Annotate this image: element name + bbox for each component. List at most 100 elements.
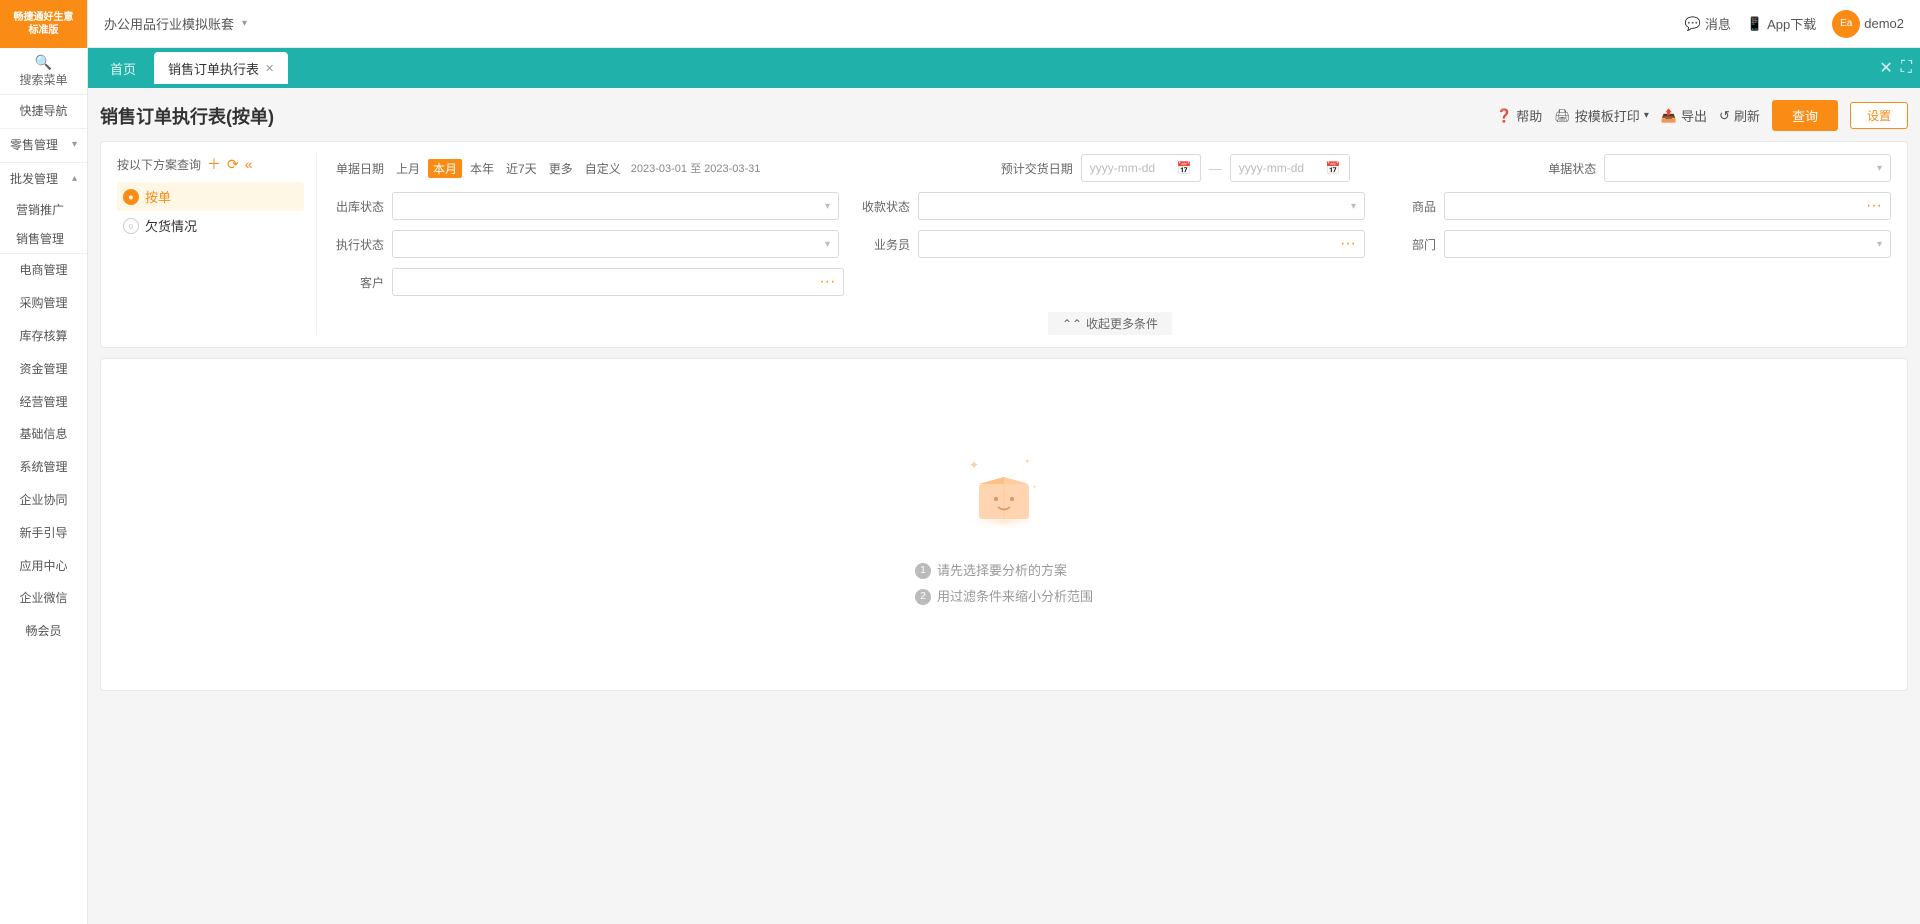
sidebar-item-newuser[interactable]: 新手引导 xyxy=(0,517,87,550)
setting-button[interactable]: 设置 xyxy=(1850,102,1908,129)
topbar-appdownload-btn[interactable]: 📱 App下载 xyxy=(1747,14,1816,33)
date-tab-more[interactable]: 更多 xyxy=(545,159,577,178)
filter-row-2: 出库状态 ▾ 收款状态 ▾ xyxy=(329,192,1891,220)
print-btn[interactable]: 🖨 按模板打印 ▾ xyxy=(1554,106,1649,125)
sidebar-item-appcenter[interactable]: 应用中心 xyxy=(0,550,87,583)
topbar-user-btn[interactable]: Ea demo2 xyxy=(1832,10,1904,38)
sidebar-item-inventory[interactable]: 库存核算 xyxy=(0,320,87,353)
collapse-more-btn[interactable]: ⌃⌃ 收起更多条件 xyxy=(1048,312,1172,335)
sidebar-item-basic[interactable]: 基础信息 xyxy=(0,418,87,451)
calendar-icon-1: 📅 xyxy=(1177,161,1192,175)
calendar-icon-2: 📅 xyxy=(1326,161,1341,175)
topbar-right: 💬 消息 📱 App下载 Ea demo2 xyxy=(1685,10,1904,38)
customer-label: 客户 xyxy=(329,274,384,291)
tab-maximize-icon[interactable]: ⛶ xyxy=(1901,59,1912,77)
sidebar-item-member[interactable]: 畅会员 xyxy=(0,615,87,648)
download-icon: 📱 xyxy=(1747,16,1763,32)
add-plan-btn[interactable]: ＋ xyxy=(207,154,221,174)
date-label: 单据日期 xyxy=(329,160,384,177)
status-select[interactable]: ▾ xyxy=(1604,154,1891,182)
date-tab-thisyear[interactable]: 本年 xyxy=(466,159,498,178)
product-select[interactable]: ··· xyxy=(1444,192,1891,220)
refresh-plan-btn[interactable]: ⟳ xyxy=(227,156,239,173)
filter-field-stock-status: 出库状态 ▾ xyxy=(329,192,839,220)
refresh-btn[interactable]: ↺ 刷新 xyxy=(1719,106,1760,125)
sidebar-basic-label: 基础信息 xyxy=(19,426,67,443)
logo-subtext: 标准版 xyxy=(29,24,59,37)
sidebar-item-system[interactable]: 系统管理 xyxy=(0,451,87,484)
help-btn[interactable]: ❓ 帮助 xyxy=(1496,106,1542,125)
date-tab-thismonth[interactable]: 本月 xyxy=(428,159,462,178)
sidebar-item-wholesale[interactable]: 批发管理 ▴ xyxy=(0,163,87,196)
content-area: 销售订单执行表(按单) ❓ 帮助 🖨 按模板打印 ▾ 📤 导出 ↺ 刷新 xyxy=(88,88,1920,924)
salesperson-more-icon[interactable]: ··· xyxy=(1340,235,1356,253)
product-label: 商品 xyxy=(1381,198,1436,215)
filter-row-3: 执行状态 ▾ 业务员 ··· xyxy=(329,230,1891,258)
filter-row-4: 客户 ··· xyxy=(329,268,1891,296)
print-label: 按模板打印 xyxy=(1575,106,1640,125)
filter-form: 单据日期 上月 本月 本年 近7天 更多 自定义 20 xyxy=(329,154,1891,335)
filter-plan-selector: 按以下方案查询 ＋ ⟳ « ● 按单 ○ 欠货情况 xyxy=(117,154,317,335)
sidebar-retail-section: 零售管理 ▾ xyxy=(0,129,87,163)
refresh-label: 刷新 xyxy=(1734,106,1760,125)
sidebar-search-section: 🔍 搜索菜单 xyxy=(0,48,87,95)
sidebar-item-finance[interactable]: 资金管理 xyxy=(0,353,87,386)
tip-number-1: 1 xyxy=(915,563,931,579)
tab-sales-order[interactable]: 销售订单执行表 ✕ xyxy=(154,52,288,84)
customer-select[interactable]: ··· xyxy=(392,268,844,296)
payment-status-label: 收款状态 xyxy=(855,198,910,215)
sidebar-item-wechat[interactable]: 企业微信 xyxy=(0,582,87,615)
sidebar-item-operations[interactable]: 经营管理 xyxy=(0,386,87,419)
page-title: 销售订单执行表(按单) xyxy=(100,103,274,129)
date-tab-7days[interactable]: 近7天 xyxy=(502,159,541,178)
date-tab-lastmonth[interactable]: 上月 xyxy=(392,159,424,178)
filter-field-customer: 客户 ··· xyxy=(329,268,844,296)
tab-home[interactable]: 首页 xyxy=(96,52,150,84)
date-tabs: 上月 本月 本年 近7天 更多 自定义 xyxy=(392,159,625,178)
status-chevron-down-icon: ▾ xyxy=(1877,163,1882,174)
product-more-icon[interactable]: ··· xyxy=(1866,197,1882,215)
customer-more-icon[interactable]: ··· xyxy=(819,273,835,291)
query-button[interactable]: 查询 xyxy=(1772,100,1838,131)
sidebar-subitem-sales[interactable]: 销售管理 xyxy=(0,224,87,253)
sidebar-item-quick-nav[interactable]: 快捷导航 xyxy=(0,95,87,128)
sidebar-item-retail[interactable]: 零售管理 ▾ xyxy=(0,129,87,162)
sidebar-sales-label: 销售管理 xyxy=(16,230,64,247)
export-btn[interactable]: 📤 导出 xyxy=(1661,106,1707,125)
tab-close-icon[interactable]: ✕ xyxy=(265,62,274,75)
dept-chevron-icon: ▾ xyxy=(1877,239,1882,250)
sidebar-item-ecommerce[interactable]: 电商管理 xyxy=(0,254,87,287)
sidebar-item-cooperation[interactable]: 企业协同 xyxy=(0,484,87,517)
export-icon: 📤 xyxy=(1661,108,1677,124)
collapse-plan-btn[interactable]: « xyxy=(245,156,253,172)
help-label: 帮助 xyxy=(1516,106,1542,125)
avatar: Ea xyxy=(1832,10,1860,38)
filter-row-1: 单据日期 上月 本月 本年 近7天 更多 自定义 20 xyxy=(329,154,1891,182)
date-tab-custom[interactable]: 自定义 xyxy=(581,159,625,178)
sidebar-wholesale-section: 批发管理 ▴ 营销推广 销售管理 xyxy=(0,163,87,255)
app-logo[interactable]: 畅捷通好生意 标准版 xyxy=(0,0,87,48)
svg-text:✦: ✦ xyxy=(1032,484,1037,491)
exec-status-select[interactable]: ▾ xyxy=(392,230,839,258)
sidebar-item-search[interactable]: 🔍 搜索菜单 xyxy=(0,48,87,94)
stock-status-select[interactable]: ▾ xyxy=(392,192,839,220)
sidebar-subitem-marketing[interactable]: 营销推广 xyxy=(0,195,87,224)
tab-window-close-icon[interactable]: ✕ xyxy=(1879,58,1892,78)
empty-tip-2: 2 用过滤条件来缩小分析范围 xyxy=(915,584,1093,610)
expected-date-start[interactable]: yyyy-mm-dd 📅 xyxy=(1081,154,1201,182)
salesperson-label: 业务员 xyxy=(855,236,910,253)
svg-text:✦: ✦ xyxy=(1024,457,1031,466)
payment-status-select[interactable]: ▾ xyxy=(918,192,1365,220)
sidebar-retail-label: 零售管理 xyxy=(10,137,58,154)
chevron-up-icon: ▴ xyxy=(72,172,77,186)
topbar-dropdown-icon[interactable]: ▾ xyxy=(242,18,247,29)
dept-select[interactable]: ▾ xyxy=(1444,230,1891,258)
filter-plan-item-1[interactable]: ○ 欠货情况 xyxy=(117,211,304,240)
topbar-message-btn[interactable]: 💬 消息 xyxy=(1685,14,1731,33)
sidebar-item-purchase[interactable]: 采购管理 xyxy=(0,287,87,320)
filter-plan-item-0[interactable]: ● 按单 xyxy=(117,182,304,211)
salesperson-select[interactable]: ··· xyxy=(918,230,1365,258)
help-icon: ❓ xyxy=(1496,108,1512,124)
filter-field-payment-status: 收款状态 ▾ xyxy=(855,192,1365,220)
expected-date-end[interactable]: yyyy-mm-dd 📅 xyxy=(1230,154,1350,182)
